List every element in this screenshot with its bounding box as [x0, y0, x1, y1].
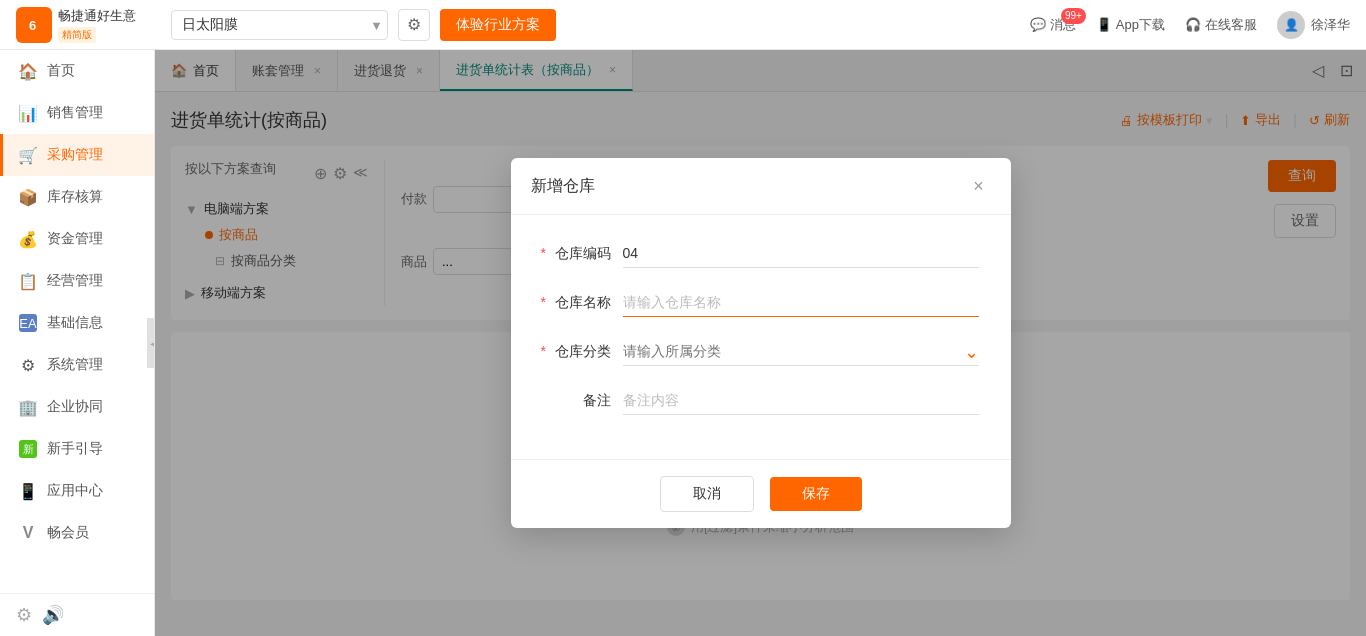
store-selector-wrapper[interactable]: ▾: [171, 10, 388, 40]
sidebar-item-system[interactable]: ⚙ 系统管理: [0, 344, 154, 386]
message-icon: 💬: [1030, 17, 1046, 32]
form-row-name: 仓库名称: [543, 288, 979, 317]
app-version: 精简版: [58, 27, 96, 43]
new-warehouse-modal: 新增仓库 × 仓库编码 仓库名称 仓库分类: [511, 158, 1011, 528]
speaker-bottom-icon[interactable]: 🔊: [42, 604, 64, 626]
sidebar-label-basic: 基础信息: [47, 314, 103, 332]
form-row-remark: 备注: [543, 386, 979, 415]
enterprise-icon: 🏢: [19, 398, 37, 416]
user-item[interactable]: 👤 徐泽华: [1277, 11, 1350, 39]
app-logo-icon: 6: [16, 7, 52, 43]
app-name-area: 畅捷通好生意 精简版: [58, 7, 136, 43]
code-input[interactable]: [623, 239, 979, 268]
finance-icon: 💰: [19, 230, 37, 248]
header-search-area: ▾ ⚙ 体验行业方案: [171, 9, 1030, 41]
apps-icon: 📱: [19, 482, 37, 500]
settings-bottom-icon[interactable]: ⚙: [16, 604, 32, 626]
category-input[interactable]: [623, 337, 979, 366]
name-input[interactable]: [623, 288, 979, 317]
sidebar-item-apps[interactable]: 📱 应用中心: [0, 470, 154, 512]
sidebar-item-inventory[interactable]: 📦 库存核算: [0, 176, 154, 218]
sidebar-item-member[interactable]: V 畅会员: [0, 512, 154, 554]
sidebar-item-enterprise[interactable]: 🏢 企业协同: [0, 386, 154, 428]
sidebar: 🏠 首页 📊 销售管理 🛒 采购管理 📦 库存核算 💰 资金管理 📋 经: [0, 50, 155, 636]
form-row-category: 仓库分类 ⌄: [543, 337, 979, 366]
sidebar-item-finance[interactable]: 💰 资金管理: [0, 218, 154, 260]
sidebar-item-home[interactable]: 🏠 首页: [0, 50, 154, 92]
sidebar-label-apps: 应用中心: [47, 482, 103, 500]
app-download-label: App下载: [1116, 16, 1165, 34]
member-icon: V: [19, 524, 37, 542]
sidebar-label-operations: 经营管理: [47, 272, 103, 290]
sidebar-item-operations[interactable]: 📋 经营管理: [0, 260, 154, 302]
sidebar-collapse-btn[interactable]: ◀: [147, 318, 155, 368]
user-name: 徐泽华: [1311, 16, 1350, 34]
name-label: 仓库名称: [543, 294, 623, 312]
phone-icon: 📱: [1096, 17, 1112, 32]
save-button[interactable]: 保存: [770, 477, 862, 511]
sales-icon: 📊: [19, 104, 37, 122]
sidebar-item-sales[interactable]: 📊 销售管理: [0, 92, 154, 134]
svg-text:6: 6: [29, 18, 36, 33]
sidebar-bottom: ⚙ 🔊: [0, 593, 154, 636]
modal-header: 新增仓库 ×: [511, 158, 1011, 215]
store-selector-input[interactable]: [171, 10, 388, 40]
online-service-label: 在线客服: [1205, 16, 1257, 34]
sidebar-item-purchase[interactable]: 🛒 采购管理: [0, 134, 154, 176]
basic-icon: EA: [19, 314, 37, 332]
home-icon: 🏠: [19, 62, 37, 80]
modal-body: 仓库编码 仓库名称 仓库分类 ⌄: [511, 215, 1011, 459]
content-area: 🏠 首页 账套管理 × 进货退货 × 进货单统计表（按商品） × ◁ ⊡: [155, 50, 1366, 636]
messages-item[interactable]: 💬 消息 99+: [1030, 16, 1076, 34]
sidebar-label-guide: 新手引导: [47, 440, 103, 458]
sidebar-nav: 🏠 首页 📊 销售管理 🛒 采购管理 📦 库存核算 💰 资金管理 📋 经: [0, 50, 154, 593]
sidebar-item-basic[interactable]: EA 基础信息: [0, 302, 154, 344]
app-name: 畅捷通好生意: [58, 7, 136, 25]
gear-button[interactable]: ⚙: [398, 9, 430, 41]
logo-area: 6 畅捷通好生意 精简版: [16, 7, 171, 43]
operations-icon: 📋: [19, 272, 37, 290]
sidebar-label-inventory: 库存核算: [47, 188, 103, 206]
form-row-code: 仓库编码: [543, 239, 979, 268]
sidebar-label-finance: 资金管理: [47, 230, 103, 248]
category-label: 仓库分类: [543, 343, 623, 361]
messages-badge: 99+: [1061, 8, 1086, 24]
category-select-wrapper: ⌄: [623, 337, 979, 366]
sidebar-item-guide[interactable]: 新 新手引导: [0, 428, 154, 470]
modal-close-btn[interactable]: ×: [967, 174, 991, 198]
remark-label: 备注: [543, 392, 623, 410]
sidebar-label-purchase: 采购管理: [47, 146, 103, 164]
trial-button[interactable]: 体验行业方案: [440, 9, 556, 41]
system-icon: ⚙: [19, 356, 37, 374]
top-header: 6 畅捷通好生意 精简版 ▾ ⚙ 体验行业方案 💬 消息 99+ 📱 App下载…: [0, 0, 1366, 50]
guide-icon: 新: [19, 440, 37, 458]
header-right: 💬 消息 99+ 📱 App下载 🎧 在线客服 👤 徐泽华: [1030, 11, 1350, 39]
sidebar-label-system: 系统管理: [47, 356, 103, 374]
purchase-icon: 🛒: [19, 146, 37, 164]
sidebar-label-enterprise: 企业协同: [47, 398, 103, 416]
remark-input[interactable]: [623, 386, 979, 415]
sidebar-label-home: 首页: [47, 62, 75, 80]
cancel-button[interactable]: 取消: [660, 476, 754, 512]
code-label: 仓库编码: [543, 245, 623, 263]
headset-icon: 🎧: [1185, 17, 1201, 32]
modal-overlay[interactable]: 新增仓库 × 仓库编码 仓库名称 仓库分类: [155, 50, 1366, 636]
sidebar-label-sales: 销售管理: [47, 104, 103, 122]
user-avatar: 👤: [1277, 11, 1305, 39]
inventory-icon: 📦: [19, 188, 37, 206]
main-layout: 🏠 首页 📊 销售管理 🛒 采购管理 📦 库存核算 💰 资金管理 📋 经: [0, 50, 1366, 636]
modal-title: 新增仓库: [531, 176, 595, 197]
modal-footer: 取消 保存: [511, 459, 1011, 528]
online-service-item[interactable]: 🎧 在线客服: [1185, 16, 1257, 34]
app-download-item[interactable]: 📱 App下载: [1096, 16, 1165, 34]
sidebar-label-member: 畅会员: [47, 524, 89, 542]
